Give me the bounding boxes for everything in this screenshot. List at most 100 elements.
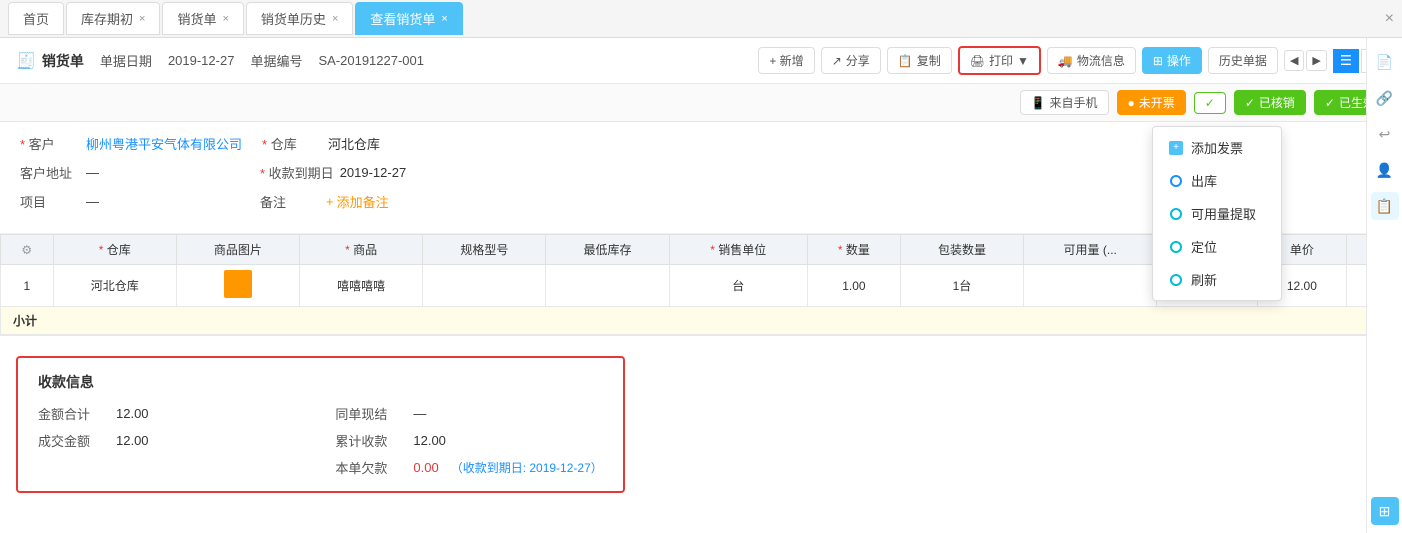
dropdown-refresh[interactable]: 刷新 bbox=[1153, 263, 1281, 296]
check-button[interactable]: ✓ bbox=[1194, 92, 1226, 114]
doc-number-label: 单据编号 bbox=[250, 51, 302, 70]
print-button[interactable]: 🖨 打印 ▼ bbox=[958, 46, 1041, 75]
doc-title-icon: 🧾 bbox=[16, 51, 36, 71]
copy-button[interactable]: 📋 复制 bbox=[887, 47, 952, 74]
logistics-button[interactable]: 🚚 物流信息 bbox=[1047, 47, 1136, 74]
check2-icon: ✓ bbox=[1245, 96, 1255, 110]
payment-section: 收款信息 金额合计 12.00 同单现结 — 成交金额 12.00 累计收款 1… bbox=[0, 336, 1402, 513]
cell-spec bbox=[423, 265, 546, 307]
tab-sales-history-label: 销货单历史 bbox=[261, 9, 326, 28]
sidebar-icon-return[interactable]: ↩ bbox=[1371, 120, 1399, 148]
right-sidebar: 📄 🔗 ↩ 👤 📋 ⊞ bbox=[1366, 38, 1402, 533]
prev-button[interactable]: ◀ bbox=[1284, 50, 1304, 71]
sidebar-expand-button[interactable]: ⊞ bbox=[1371, 497, 1399, 525]
note-label: 备注 bbox=[260, 192, 320, 211]
address-field: 客户地址 — bbox=[20, 163, 240, 182]
tab-sales-order[interactable]: 销货单 × bbox=[162, 2, 243, 35]
customer-field: 客户 柳州粤港平安气体有限公司 bbox=[20, 134, 242, 153]
list-view-button[interactable]: ☰ bbox=[1333, 49, 1359, 73]
tab-inventory-init-close[interactable]: × bbox=[139, 13, 145, 25]
outbound-label: 出库 bbox=[1191, 171, 1217, 190]
customer-value[interactable]: 柳州粤港平安气体有限公司 bbox=[86, 134, 242, 153]
cell-product-img bbox=[176, 265, 299, 307]
col-warehouse: * 仓库 bbox=[53, 235, 176, 265]
payment-cumulative-value: 12.00 bbox=[413, 433, 446, 448]
logistics-icon: 🚚 bbox=[1058, 54, 1073, 68]
sidebar-icon-table[interactable]: 📋 bbox=[1371, 192, 1399, 220]
add-note-button[interactable]: + 添加备注 bbox=[326, 192, 389, 211]
cell-product: 嘻嘻嘻嘻 bbox=[300, 265, 423, 307]
payment-transaction-value: 12.00 bbox=[116, 433, 149, 448]
refresh-label: 刷新 bbox=[1191, 270, 1217, 289]
locate-label: 定位 bbox=[1191, 237, 1217, 256]
payment-same-order-row: 同单现结 — bbox=[335, 404, 602, 423]
sidebar-icon-doc[interactable]: 📄 bbox=[1371, 48, 1399, 76]
gear-icon[interactable]: ⚙ bbox=[21, 243, 32, 257]
warehouse-value: 河北仓库 bbox=[328, 134, 380, 153]
next-button[interactable]: ▶ bbox=[1306, 50, 1326, 71]
sidebar-icon-link[interactable]: 🔗 bbox=[1371, 84, 1399, 112]
tab-sales-order-close[interactable]: × bbox=[222, 13, 228, 25]
dropdown-menu: + 添加发票 出库 可用量提取 定位 刷新 bbox=[1152, 126, 1282, 301]
payment-title: 收款信息 bbox=[38, 372, 603, 392]
doc-title-text: 销货单 bbox=[42, 51, 84, 71]
tab-home[interactable]: 首页 bbox=[8, 2, 64, 35]
subtotal-label: 小计 bbox=[1, 307, 1402, 335]
tab-sales-history-close[interactable]: × bbox=[332, 13, 338, 25]
print-label: 打印 bbox=[989, 52, 1013, 69]
cell-pack-qty: 1台 bbox=[900, 265, 1023, 307]
col-product: * 商品 bbox=[300, 235, 423, 265]
close-all-button[interactable]: × bbox=[1385, 10, 1394, 28]
cell-warehouse: 河北仓库 bbox=[53, 265, 176, 307]
doc-title: 🧾 销货单 bbox=[16, 51, 84, 71]
doc-meta: 单据日期 2019-12-27 单据编号 SA-20191227-001 bbox=[100, 51, 424, 70]
dropdown-outbound[interactable]: 出库 bbox=[1153, 164, 1281, 197]
tab-view-sales[interactable]: 查看销货单 × bbox=[355, 2, 462, 35]
payment-due-label: 本单欠款 bbox=[335, 458, 405, 477]
dropdown-available-qty[interactable]: 可用量提取 bbox=[1153, 197, 1281, 230]
from-phone-button[interactable]: 📱 来自手机 bbox=[1020, 90, 1109, 115]
cell-qty: 1.00 bbox=[807, 265, 900, 307]
due-date-label: 收款到期日 bbox=[260, 163, 334, 182]
payment-box: 收款信息 金额合计 12.00 同单现结 — 成交金额 12.00 累计收款 1… bbox=[16, 356, 625, 493]
toolbar2: 📱 来自手机 ● 未开票 ✓ ✓ 已核销 ✓ 已生效 bbox=[0, 84, 1402, 122]
warehouse-label: 仓库 bbox=[262, 134, 322, 153]
doc-number-value: SA-20191227-001 bbox=[318, 53, 424, 68]
note-field: 备注 + 添加备注 bbox=[260, 192, 480, 211]
share-label: 分享 bbox=[846, 52, 870, 69]
copy-label: 复制 bbox=[917, 52, 941, 69]
project-label: 项目 bbox=[20, 192, 80, 211]
new-button[interactable]: + 新增 bbox=[758, 47, 814, 74]
available-qty-icon bbox=[1169, 207, 1183, 221]
share-icon: ↗ bbox=[832, 54, 842, 68]
project-field: 项目 — bbox=[20, 192, 240, 211]
col-product-img: 商品图片 bbox=[176, 235, 299, 265]
product-image bbox=[224, 270, 252, 298]
share-button[interactable]: ↗ 分享 bbox=[821, 47, 881, 74]
payment-transaction-label: 成交金额 bbox=[38, 431, 108, 450]
history-button[interactable]: 历史单据 bbox=[1208, 47, 1278, 74]
cell-available bbox=[1024, 265, 1157, 307]
dropdown-locate[interactable]: 定位 bbox=[1153, 230, 1281, 263]
not-opened-button[interactable]: ● 未开票 bbox=[1117, 90, 1186, 115]
doc-date-value: 2019-12-27 bbox=[168, 53, 235, 68]
tab-sales-history[interactable]: 销货单历史 × bbox=[246, 2, 353, 35]
history-label: 历史单据 bbox=[1219, 52, 1267, 69]
payment-total-value: 12.00 bbox=[116, 406, 149, 421]
payment-cumulative-row: 累计收款 12.00 bbox=[335, 431, 602, 450]
print-dropdown-arrow[interactable]: ▼ bbox=[1017, 54, 1029, 68]
dropdown-add-invoice[interactable]: + 添加发票 bbox=[1153, 131, 1281, 164]
cancelled-button[interactable]: ✓ 已核销 bbox=[1234, 90, 1306, 115]
tab-inventory-init[interactable]: 库存期初 × bbox=[66, 2, 160, 35]
tab-home-label: 首页 bbox=[23, 9, 49, 28]
address-value: — bbox=[86, 165, 99, 180]
operation-button[interactable]: ⊞ 操作 bbox=[1142, 47, 1202, 74]
tab-view-sales-close[interactable]: × bbox=[441, 13, 447, 25]
add-invoice-label: 添加发票 bbox=[1191, 138, 1243, 157]
col-sales-unit: * 销售单位 bbox=[669, 235, 807, 265]
operation-icon: ⊞ bbox=[1153, 54, 1163, 68]
sidebar-icon-user[interactable]: 👤 bbox=[1371, 156, 1399, 184]
warehouse-field: 仓库 河北仓库 bbox=[262, 134, 482, 153]
available-qty-label: 可用量提取 bbox=[1191, 204, 1256, 223]
address-label: 客户地址 bbox=[20, 163, 80, 182]
